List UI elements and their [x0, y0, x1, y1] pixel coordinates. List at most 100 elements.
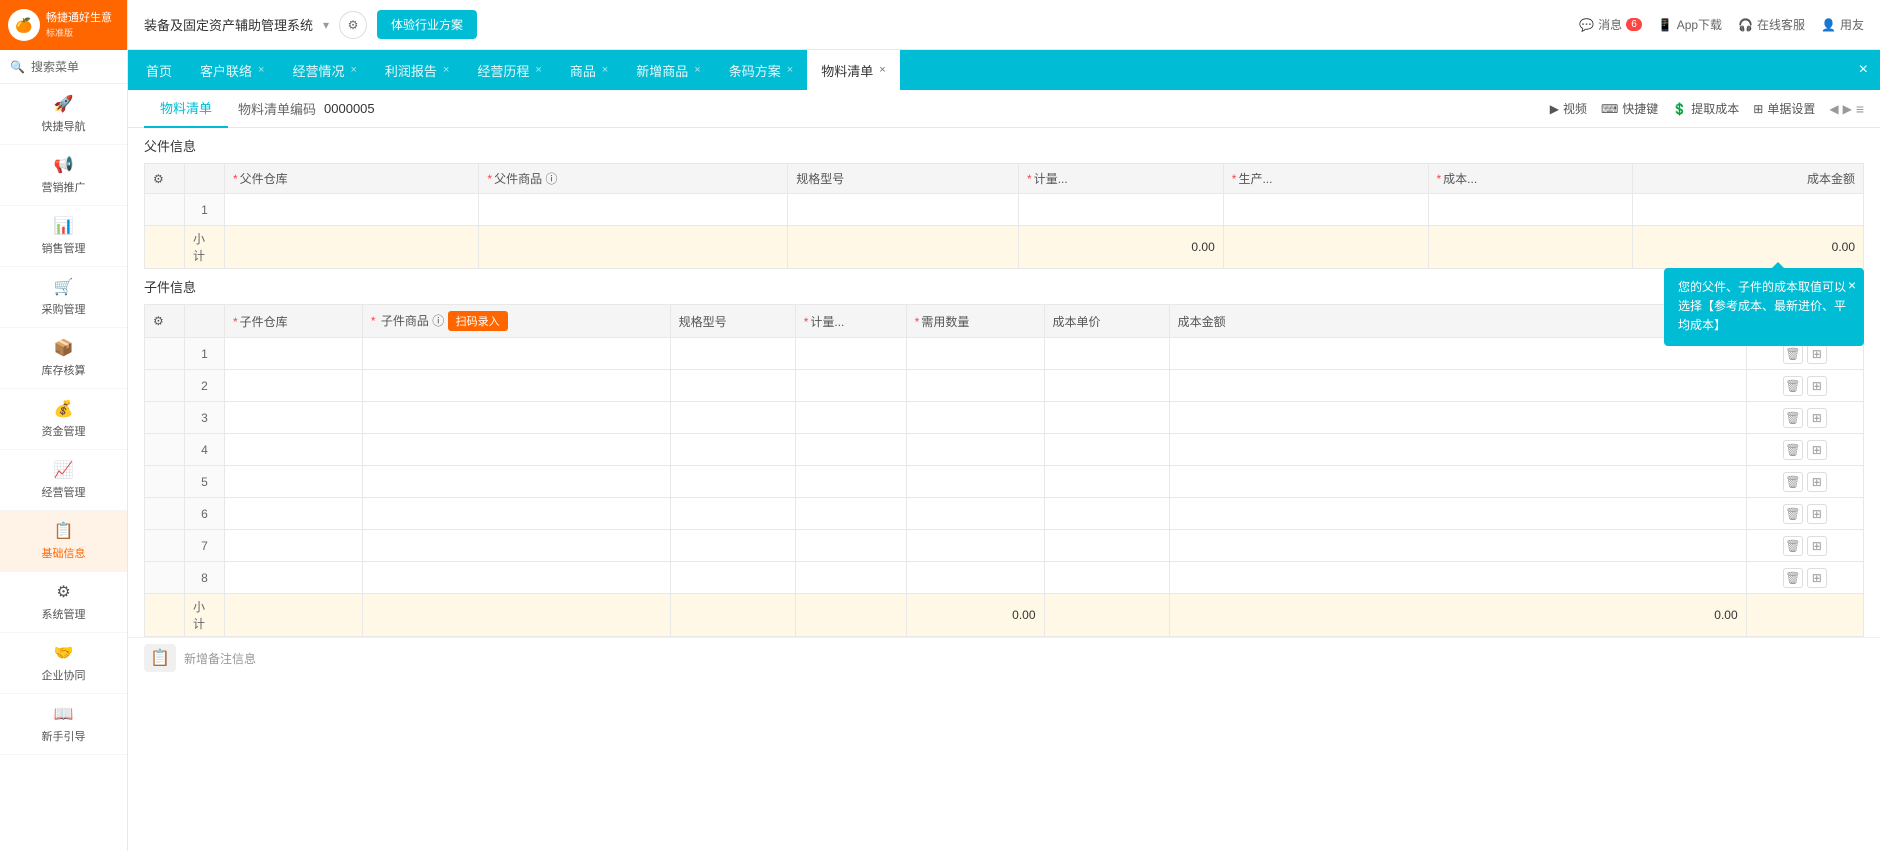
delete-row-7-icon[interactable]: 🗑 [1783, 536, 1803, 556]
child-row-7-spec[interactable] [670, 530, 795, 562]
online-service-button[interactable]: 🎧 在线客服 [1738, 16, 1805, 33]
parent-row-1-cost[interactable] [1428, 194, 1633, 226]
delete-row-6-icon[interactable]: 🗑 [1783, 504, 1803, 524]
child-row-5-cost-unit[interactable] [1044, 466, 1169, 498]
sidebar-item-system[interactable]: ⚙ 系统管理 [0, 572, 127, 633]
child-row-8-need-qty[interactable] [906, 562, 1044, 594]
child-row-4-warehouse[interactable] [225, 434, 363, 466]
user-menu-button[interactable]: 👤 用友 [1821, 16, 1864, 33]
child-row-4-need-qty[interactable] [906, 434, 1044, 466]
sub-tab-bom-list[interactable]: 物料清单 [144, 90, 228, 128]
copy-row-4-icon[interactable]: ⊞ [1807, 440, 1827, 460]
child-row-5-need-qty[interactable] [906, 466, 1044, 498]
copy-row-1-icon[interactable]: ⊞ [1807, 344, 1827, 364]
child-row-4-spec[interactable] [670, 434, 795, 466]
tab-history-close[interactable]: × [535, 64, 541, 76]
copy-row-5-icon[interactable]: ⊞ [1807, 472, 1827, 492]
delete-row-5-icon[interactable]: 🗑 [1783, 472, 1803, 492]
child-row-8-cost-amount[interactable] [1169, 562, 1746, 594]
tab-barcode[interactable]: 条码方案 × [715, 50, 807, 90]
sidebar-item-marketing[interactable]: 📢 营销推广 [0, 145, 127, 206]
child-row-3-product[interactable] [362, 402, 670, 434]
child-row-3-cost-amount[interactable] [1169, 402, 1746, 434]
child-row-2-qty-unit[interactable] [795, 370, 906, 402]
sidebar-item-operation[interactable]: 📈 经营管理 [0, 450, 127, 511]
child-row-2-warehouse[interactable] [225, 370, 363, 402]
parent-row-1-spec[interactable] [788, 194, 1019, 226]
child-row-3-cost-unit[interactable] [1044, 402, 1169, 434]
sidebar-item-purchase[interactable]: 🛒 采购管理 [0, 267, 127, 328]
child-row-5-qty-unit[interactable] [795, 466, 906, 498]
parent-row-1-amount[interactable] [1633, 194, 1864, 226]
shortcut-button[interactable]: ⌨ 快捷键 [1601, 100, 1658, 117]
delete-row-2-icon[interactable]: 🗑 [1783, 376, 1803, 396]
app-download-button[interactable]: 📱 App下载 [1658, 16, 1722, 33]
child-row-1-warehouse[interactable] [225, 338, 363, 370]
child-row-1-product[interactable] [362, 338, 670, 370]
child-row-6-warehouse[interactable] [225, 498, 363, 530]
copy-row-2-icon[interactable]: ⊞ [1807, 376, 1827, 396]
child-row-7-need-qty[interactable] [906, 530, 1044, 562]
child-row-8-cost-unit[interactable] [1044, 562, 1169, 594]
child-row-6-need-qty[interactable] [906, 498, 1044, 530]
dropdown-arrow-icon[interactable]: ▾ [323, 18, 329, 32]
tab-bom-close[interactable]: × [879, 64, 885, 76]
close-all-tabs-button[interactable]: × [1851, 61, 1876, 79]
child-row-7-product[interactable] [362, 530, 670, 562]
sidebar-search-item[interactable]: 🔍 搜索菜单 [0, 50, 127, 84]
child-row-3-qty-unit[interactable] [795, 402, 906, 434]
tab-products-close[interactable]: × [602, 64, 608, 76]
delete-row-1-icon[interactable]: 🗑 [1783, 344, 1803, 364]
child-row-7-qty-unit[interactable] [795, 530, 906, 562]
child-row-5-spec[interactable] [670, 466, 795, 498]
add-note-icon[interactable]: 📋 [144, 644, 176, 672]
message-button[interactable]: 💬 消息 6 [1579, 16, 1642, 33]
nav-next-icon[interactable]: ▶ [1843, 102, 1852, 116]
delete-row-3-icon[interactable]: 🗑 [1783, 408, 1803, 428]
child-settings-col-header[interactable]: ⚙ [145, 305, 185, 338]
child-row-1-cost-amount[interactable] [1169, 338, 1746, 370]
grid-view-icon[interactable]: ≡ [1856, 101, 1864, 117]
video-button[interactable]: ▶ 视频 [1550, 100, 1587, 117]
tab-new-product-close[interactable]: × [694, 64, 700, 76]
child-row-6-qty-unit[interactable] [795, 498, 906, 530]
parent-settings-col-header[interactable]: ⚙ [145, 164, 185, 194]
child-row-7-cost-amount[interactable] [1169, 530, 1746, 562]
sidebar-item-finance[interactable]: 💰 资金管理 [0, 389, 127, 450]
child-row-2-cost-unit[interactable] [1044, 370, 1169, 402]
tab-bom[interactable]: 物料清单 × [807, 50, 899, 90]
extract-cost-button[interactable]: 💲 提取成本 [1672, 100, 1739, 117]
child-row-2-spec[interactable] [670, 370, 795, 402]
tab-customer-close[interactable]: × [258, 64, 264, 76]
tab-profit[interactable]: 利润报告 × [371, 50, 463, 90]
child-row-4-qty-unit[interactable] [795, 434, 906, 466]
tab-home[interactable]: 首页 [132, 50, 186, 90]
delete-row-4-icon[interactable]: 🗑 [1783, 440, 1803, 460]
copy-row-6-icon[interactable]: ⊞ [1807, 504, 1827, 524]
child-row-1-need-qty[interactable] [906, 338, 1044, 370]
child-row-2-cost-amount[interactable] [1169, 370, 1746, 402]
sidebar-item-basic-info[interactable]: 📋 基础信息 [0, 511, 127, 572]
child-row-2-product[interactable] [362, 370, 670, 402]
tab-profit-close[interactable]: × [443, 64, 449, 76]
child-row-1-qty-unit[interactable] [795, 338, 906, 370]
nav-prev-icon[interactable]: ◀ [1829, 102, 1838, 116]
child-row-7-cost-unit[interactable] [1044, 530, 1169, 562]
copy-row-8-icon[interactable]: ⊞ [1807, 568, 1827, 588]
copy-row-3-icon[interactable]: ⊞ [1807, 408, 1827, 428]
parent-row-1-produce[interactable] [1223, 194, 1428, 226]
child-row-5-cost-amount[interactable] [1169, 466, 1746, 498]
child-row-6-cost-amount[interactable] [1169, 498, 1746, 530]
tab-operation-status-close[interactable]: × [350, 64, 356, 76]
child-row-6-cost-unit[interactable] [1044, 498, 1169, 530]
child-row-8-spec[interactable] [670, 562, 795, 594]
child-row-5-warehouse[interactable] [225, 466, 363, 498]
copy-row-7-icon[interactable]: ⊞ [1807, 536, 1827, 556]
parent-row-1-warehouse[interactable] [225, 194, 479, 226]
sidebar-item-guide[interactable]: 📖 新手引导 [0, 694, 127, 755]
child-row-4-cost-amount[interactable] [1169, 434, 1746, 466]
child-row-6-product[interactable] [362, 498, 670, 530]
child-row-8-warehouse[interactable] [225, 562, 363, 594]
sidebar-item-quick-nav[interactable]: 🚀 快捷导航 [0, 84, 127, 145]
child-row-4-cost-unit[interactable] [1044, 434, 1169, 466]
